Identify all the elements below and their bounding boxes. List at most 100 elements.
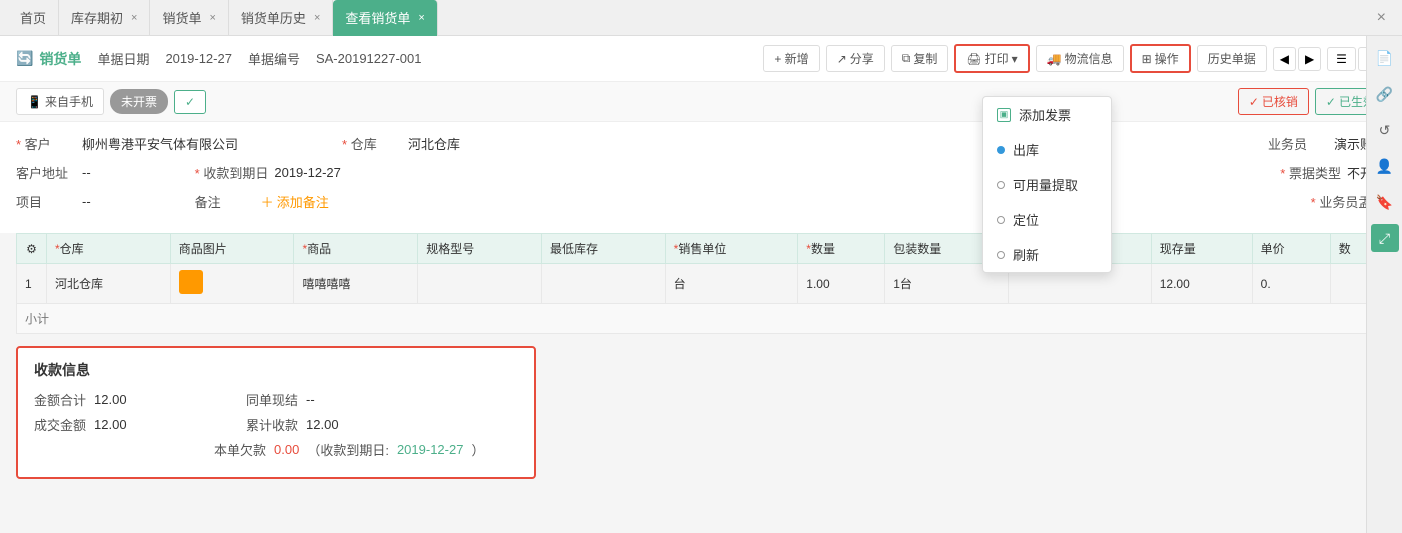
list-view-button[interactable]: ☰ xyxy=(1327,47,1356,71)
total-amount-value: 12.00 xyxy=(94,392,127,407)
warehouse-col-header: *仓库 xyxy=(47,234,171,264)
copy-button[interactable]: ⧉ 复制 xyxy=(891,45,949,72)
info-row-2: 成交金额 12.00 累计收款 12.00 xyxy=(34,415,518,434)
form-row-2: 客户地址 -- 收款到期日 2019-12-27 票据类型 不开票 xyxy=(16,163,1386,182)
add-invoice-item[interactable]: ▣ 添加发票 xyxy=(983,97,1111,132)
same-order-value: -- xyxy=(306,392,315,407)
close-tab-inventory[interactable]: × xyxy=(131,12,137,24)
print-icon: 🖨 xyxy=(966,52,981,66)
right-sidebar: 📄 🔗 ↺ 👤 🔖 ⤢ xyxy=(1366,36,1402,533)
subtotal-cell: 小计 xyxy=(17,304,1386,334)
doc-header: 🔄 销货单 单据日期 2019-12-27 单据编号 SA-20191227-0… xyxy=(0,36,1402,82)
payment-date-label: 收款到期日 xyxy=(195,163,269,182)
due-amount-label: 本单欠款 xyxy=(214,440,266,459)
new-button[interactable]: + 新增 xyxy=(763,45,819,72)
note-label: 备注 xyxy=(195,192,255,211)
row-warehouse: 河北仓库 xyxy=(47,264,171,304)
tab-bar: 首页 库存期初 × 销货单 × 销货单历史 × 查看销货单 × × xyxy=(0,0,1402,36)
number-label: 单据编号 xyxy=(248,49,300,68)
payment-date-field: 收款到期日 2019-12-27 xyxy=(195,163,341,182)
total-amount-item: 金额合计 12.00 xyxy=(34,390,214,409)
sidebar-icon-3[interactable]: ↺ xyxy=(1371,116,1399,144)
plus-icon: ＋ xyxy=(261,192,274,211)
tab-sales-order[interactable]: 销货单 × xyxy=(150,0,228,36)
prev-button[interactable]: ◀ xyxy=(1273,47,1296,71)
close-all-tabs[interactable]: × xyxy=(1369,5,1394,31)
payment-info-title: 收款信息 xyxy=(34,360,518,380)
outbound-item[interactable]: 出库 xyxy=(983,132,1111,167)
warehouse-field: 仓库 河北仓库 xyxy=(342,134,460,153)
customer-field: 客户 柳州粤港平安气体有限公司 xyxy=(16,134,238,153)
doc-actions: + 新增 ↗ 分享 ⧉ 复制 🖨 打印 ▾ 🚚 物流信息 ⊞ 操作 历史单据 ◀… xyxy=(763,44,1386,73)
sidebar-icon-2[interactable]: 🔗 xyxy=(1371,80,1399,108)
info-row-3: 本单欠款 0.00 （收款到期日: 2019-12-27 ） xyxy=(34,440,518,459)
product-col-header: *商品 xyxy=(294,234,418,264)
due-date: 2019-12-27 xyxy=(397,442,464,457)
sidebar-icon-4[interactable]: 👤 xyxy=(1371,152,1399,180)
tab-home[interactable]: 首页 xyxy=(8,0,59,36)
confirm-button[interactable]: ✓ xyxy=(174,90,206,114)
deal-amount-item: 成交金额 12.00 xyxy=(34,415,214,434)
print-button[interactable]: 🖨 打印 ▾ xyxy=(954,44,1029,73)
customer-label: 客户 xyxy=(16,134,76,153)
sidebar-icon-6[interactable]: ⤢ xyxy=(1371,224,1399,252)
project-label: 项目 xyxy=(16,192,76,211)
stock-col-header: 现存量 xyxy=(1151,234,1252,264)
address-label: 客户地址 xyxy=(16,163,76,182)
refresh-icon xyxy=(997,251,1005,259)
warehouse-label: 仓库 xyxy=(342,134,402,153)
staff-label: 业务员 xyxy=(1268,134,1328,153)
unit-col-header: *销售单位 xyxy=(665,234,798,264)
next-button[interactable]: ▶ xyxy=(1298,47,1321,71)
row-product: 嘻嘻嘻嘻 xyxy=(294,264,418,304)
table-scroll[interactable]: ⚙ *仓库 商品图片 *商品 规格型号 最低库存 *销售单位 *数量 包装数量 … xyxy=(16,233,1386,334)
doc-title: 🔄 销货单 xyxy=(16,49,81,69)
check-icon: ✓ xyxy=(1249,95,1259,109)
same-order-label: 同单现结 xyxy=(246,390,298,409)
available-qty-item[interactable]: 可用量提取 xyxy=(983,167,1111,202)
available-qty-icon xyxy=(997,181,1005,189)
locate-icon xyxy=(997,216,1005,224)
share-button[interactable]: ↗ 分享 xyxy=(826,45,885,72)
check-green-icon: ✓ xyxy=(1326,95,1336,109)
add-note-button[interactable]: ＋ 添加备注 xyxy=(261,192,329,211)
invoice-icon: ▣ xyxy=(997,108,1011,122)
outbound-icon xyxy=(997,146,1005,154)
from-phone-button[interactable]: 📱 来自手机 xyxy=(16,88,104,115)
info-row-1: 金额合计 12.00 同单现结 -- xyxy=(34,390,518,409)
total-receipt-value: 12.00 xyxy=(306,417,339,432)
project-field: 项目 -- xyxy=(16,192,91,211)
not-open-button[interactable]: 未开票 xyxy=(110,89,168,114)
payment-date-value: 2019-12-27 xyxy=(274,165,341,180)
cancelled-status-button[interactable]: ✓ 已核销 xyxy=(1238,88,1309,115)
locate-item[interactable]: 定位 xyxy=(983,202,1111,237)
same-order-item: 同单现结 -- xyxy=(246,390,426,409)
copy-icon: ⧉ xyxy=(902,51,911,66)
payment-info-box: 收款信息 金额合计 12.00 同单现结 -- 成交金额 12.00 累计收款 … xyxy=(16,346,536,479)
row-price: 0. xyxy=(1252,264,1330,304)
history-button[interactable]: 历史单据 xyxy=(1197,45,1267,72)
operations-dropdown: ▣ 添加发票 出库 可用量提取 定位 刷新 xyxy=(982,96,1112,273)
logistics-button[interactable]: 🚚 物流信息 xyxy=(1036,45,1124,72)
close-tab-history[interactable]: × xyxy=(314,12,320,24)
table-row: 1 河北仓库 嘻嘻嘻嘻 台 1.00 1台 12.00 0. xyxy=(17,264,1386,304)
note-field: 备注 ＋ 添加备注 xyxy=(195,192,329,211)
tab-sales-history[interactable]: 销货单历史 × xyxy=(229,0,333,36)
form-section: 客户 柳州粤港平安气体有限公司 仓库 河北仓库 业务员 演示账号 客户地址 --… xyxy=(0,122,1402,233)
refresh-item[interactable]: 刷新 xyxy=(983,237,1111,272)
sidebar-icon-5[interactable]: 🔖 xyxy=(1371,188,1399,216)
doc-meta: 单据日期 2019-12-27 单据编号 SA-20191227-001 xyxy=(97,49,421,68)
sidebar-icon-1[interactable]: 📄 xyxy=(1371,44,1399,72)
subtotal-row: 小计 xyxy=(17,304,1386,334)
min-stock-col-header: 最低库存 xyxy=(541,234,665,264)
tab-inventory-init[interactable]: 库存期初 × xyxy=(59,0,150,36)
operations-button[interactable]: ⊞ 操作 xyxy=(1130,44,1191,73)
qty-col-header: *数量 xyxy=(798,234,885,264)
row-product-img xyxy=(170,264,294,304)
total-receipt-label: 累计收款 xyxy=(246,415,298,434)
close-tab-sales[interactable]: × xyxy=(209,12,215,24)
close-tab-view-sales[interactable]: × xyxy=(418,12,424,24)
address-value: -- xyxy=(82,165,91,180)
tab-view-sales[interactable]: 查看销货单 × xyxy=(333,0,437,36)
total-receipt-item: 累计收款 12.00 xyxy=(246,415,426,434)
